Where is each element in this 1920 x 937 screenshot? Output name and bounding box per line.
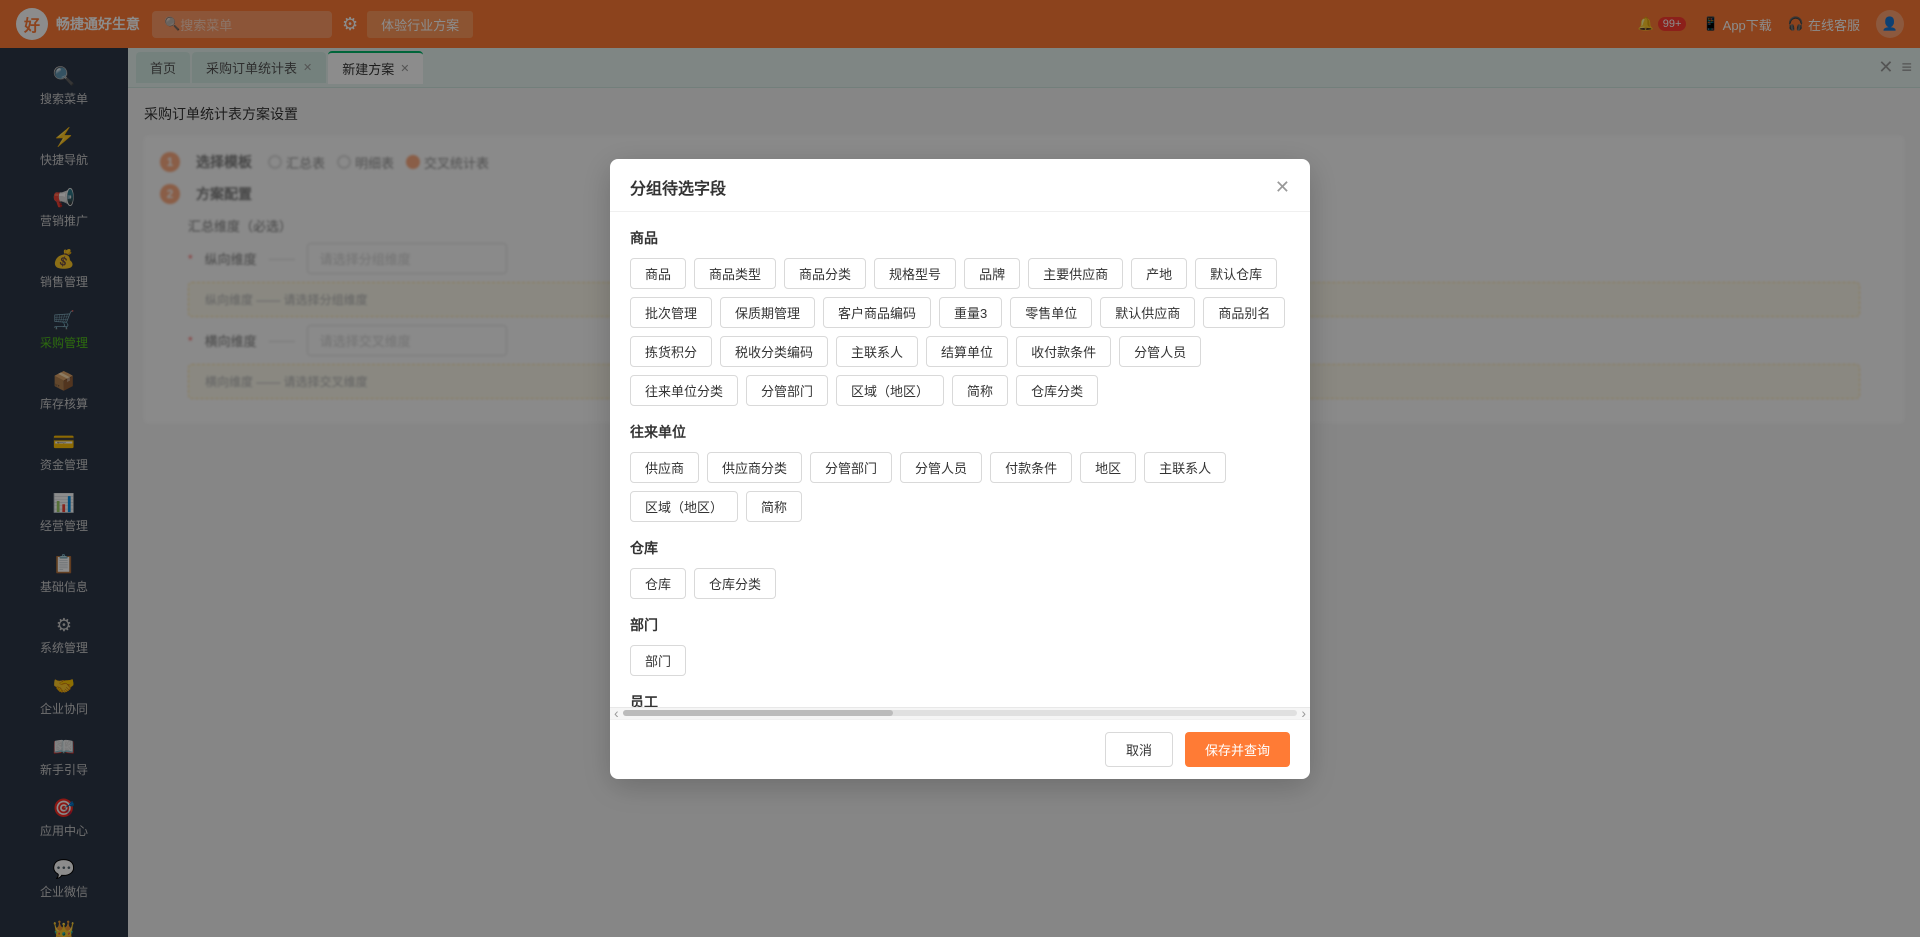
field-chip[interactable]: 付款条件 [990, 452, 1072, 483]
field-chip[interactable]: 简称 [746, 491, 802, 522]
field-chip[interactable]: 仓库 [630, 568, 686, 599]
field-chip[interactable]: 客户商品编码 [823, 297, 931, 328]
field-chip[interactable]: 默认供应商 [1100, 297, 1195, 328]
field-chip[interactable]: 商品别名 [1203, 297, 1285, 328]
field-chip[interactable]: 供应商 [630, 452, 699, 483]
hscroll-bar[interactable] [623, 710, 1298, 716]
field-chip[interactable]: 分管部门 [746, 375, 828, 406]
field-chip[interactable]: 收付款条件 [1016, 336, 1111, 367]
field-chip[interactable]: 商品 [630, 258, 686, 289]
field-chip[interactable]: 零售单位 [1010, 297, 1092, 328]
section-label-warehouse: 仓库 [630, 538, 1290, 558]
section-label-employee: 员工 [630, 692, 1290, 707]
field-chip[interactable]: 保质期管理 [720, 297, 815, 328]
field-chip[interactable]: 区域（地区） [836, 375, 944, 406]
modal-close-btn[interactable]: ✕ [1275, 178, 1290, 196]
field-chip[interactable]: 分管人员 [1119, 336, 1201, 367]
field-chip[interactable]: 简称 [952, 375, 1008, 406]
field-chip[interactable]: 规格型号 [874, 258, 956, 289]
field-chip[interactable]: 主联系人 [836, 336, 918, 367]
field-grid-partners: 供应商 供应商分类 分管部门 分管人员 付款条件 地区 主联系人 区域（地区） … [630, 452, 1290, 522]
field-chip[interactable]: 往来单位分类 [630, 375, 738, 406]
field-chip[interactable]: 仓库分类 [1016, 375, 1098, 406]
modal-title: 分组待选字段 [630, 175, 726, 199]
field-chip[interactable]: 区域（地区） [630, 491, 738, 522]
field-chip[interactable]: 品牌 [964, 258, 1020, 289]
field-chip[interactable]: 商品分类 [784, 258, 866, 289]
field-chip[interactable]: 商品类型 [694, 258, 776, 289]
field-chip[interactable]: 产地 [1131, 258, 1187, 289]
field-chip[interactable]: 结算单位 [926, 336, 1008, 367]
field-chip[interactable]: 部门 [630, 645, 686, 676]
modal-header: 分组待选字段 ✕ [610, 159, 1310, 212]
field-chip[interactable]: 地区 [1080, 452, 1136, 483]
modal: 分组待选字段 ✕ 商品 商品 商品类型 商品分类 规格型号 品牌 主要供应商 产… [610, 159, 1310, 779]
field-chip[interactable]: 拣货积分 [630, 336, 712, 367]
field-grid-department: 部门 [630, 645, 1290, 676]
modal-hscroll[interactable]: ‹ › [610, 707, 1310, 719]
field-chip[interactable]: 分管部门 [810, 452, 892, 483]
field-chip[interactable]: 主联系人 [1144, 452, 1226, 483]
field-chip[interactable]: 批次管理 [630, 297, 712, 328]
field-chip[interactable]: 默认仓库 [1195, 258, 1277, 289]
section-label-goods: 商品 [630, 228, 1290, 248]
field-chip[interactable]: 主要供应商 [1028, 258, 1123, 289]
field-chip[interactable]: 供应商分类 [707, 452, 802, 483]
section-label-department: 部门 [630, 615, 1290, 635]
modal-body: 商品 商品 商品类型 商品分类 规格型号 品牌 主要供应商 产地 默认仓库 批次… [610, 212, 1310, 707]
field-chip[interactable]: 分管人员 [900, 452, 982, 483]
section-label-partners: 往来单位 [630, 422, 1290, 442]
field-chip[interactable]: 税收分类编码 [720, 336, 828, 367]
modal-footer: 取消 保存并查询 [610, 719, 1310, 779]
field-grid-goods: 商品 商品类型 商品分类 规格型号 品牌 主要供应商 产地 默认仓库 批次管理 … [630, 258, 1290, 406]
modal-overlay: 分组待选字段 ✕ 商品 商品 商品类型 商品分类 规格型号 品牌 主要供应商 产… [0, 0, 1920, 937]
field-grid-warehouse: 仓库 仓库分类 [630, 568, 1290, 599]
field-chip[interactable]: 仓库分类 [694, 568, 776, 599]
hscroll-thumb [623, 710, 893, 716]
cancel-button[interactable]: 取消 [1105, 732, 1173, 767]
confirm-button[interactable]: 保存并查询 [1185, 732, 1290, 767]
field-chip[interactable]: 重量3 [939, 297, 1002, 328]
